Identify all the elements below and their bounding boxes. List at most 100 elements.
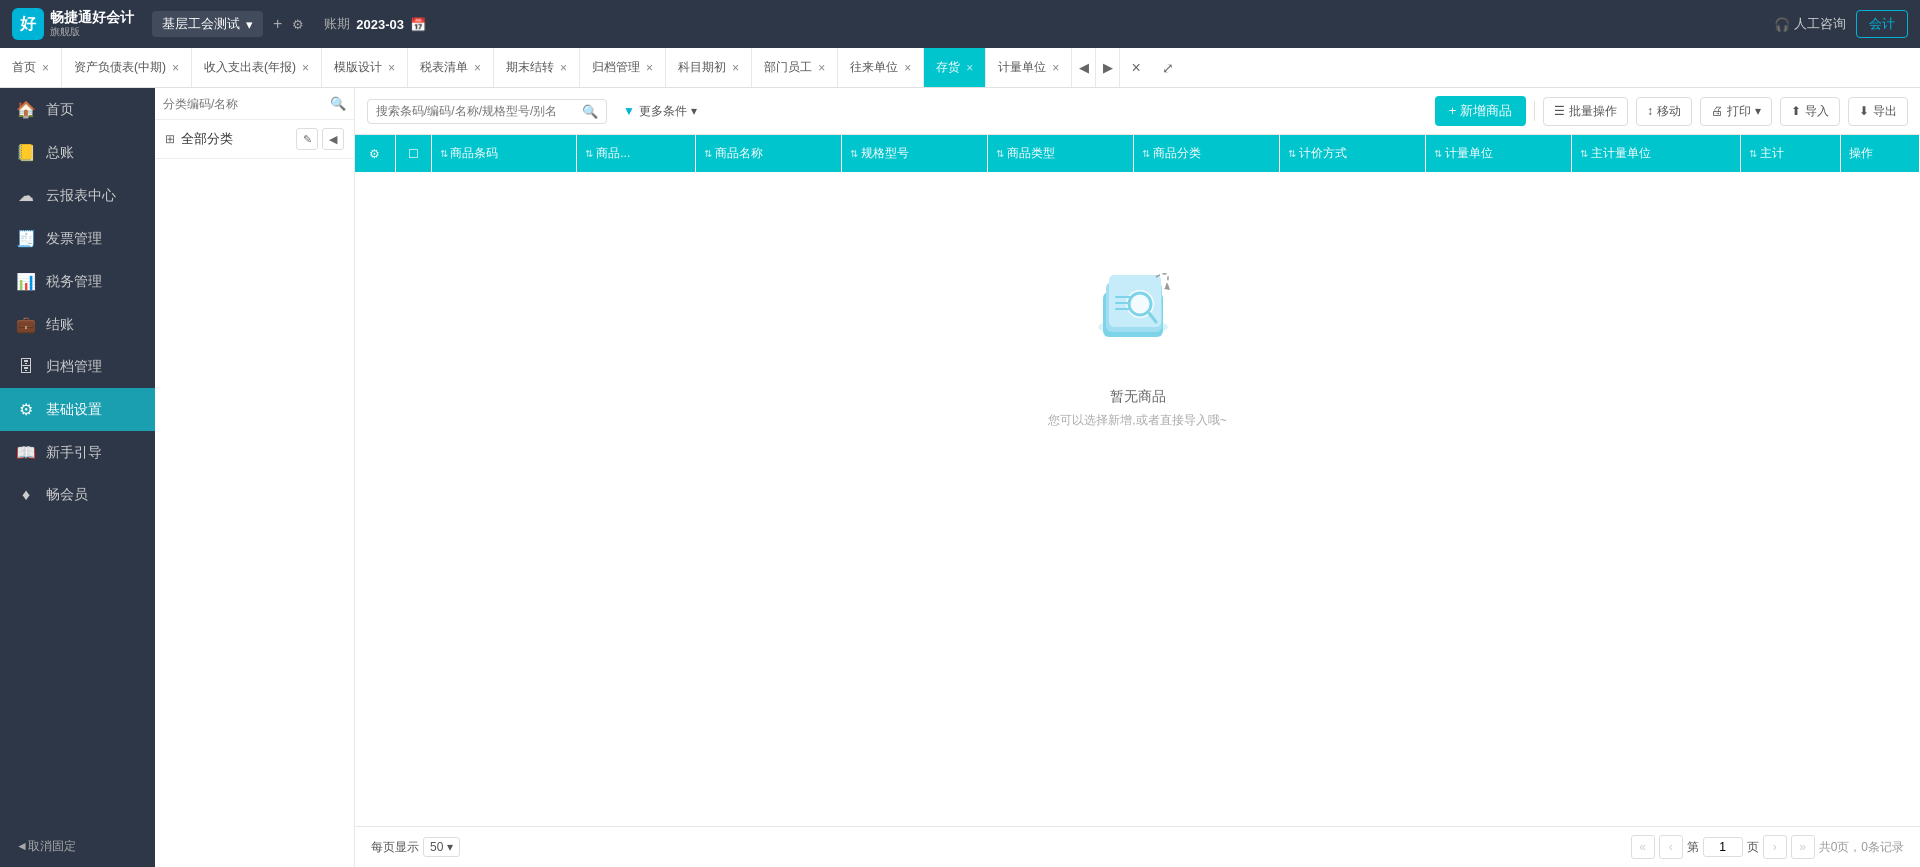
- page-size-area: 每页显示 50 ▾: [371, 837, 460, 857]
- product-search-icon[interactable]: 🔍: [582, 104, 598, 119]
- tab-subject[interactable]: 科目期初 ×: [666, 48, 752, 87]
- sidebar-item-tax[interactable]: 📊 税务管理: [0, 260, 155, 303]
- tab-inventory[interactable]: 存货 ×: [924, 48, 986, 87]
- category-search-icon[interactable]: 🔍: [330, 96, 346, 111]
- sort-icon: ⇅: [585, 148, 596, 159]
- sort-icon: ⇅: [1142, 148, 1153, 159]
- tab-close-archive[interactable]: ×: [646, 61, 653, 75]
- filter-button[interactable]: ▼ 更多条件 ▾: [615, 99, 705, 124]
- col-main-unit[interactable]: ⇅ 主计量单位: [1572, 135, 1741, 172]
- tab-next-button[interactable]: ▶: [1096, 48, 1120, 88]
- logo-icon: 好: [12, 8, 44, 40]
- first-page-button[interactable]: «: [1631, 835, 1655, 859]
- help-button[interactable]: 🎧 人工咨询: [1774, 15, 1846, 33]
- tab-home[interactable]: 首页 ×: [0, 48, 62, 87]
- add-product-button[interactable]: + 新增商品: [1435, 96, 1526, 126]
- sidebar-label-archive: 归档管理: [46, 358, 102, 376]
- sort-icon: ⇅: [1288, 148, 1299, 159]
- next-page-button[interactable]: ›: [1763, 835, 1787, 859]
- col-check[interactable]: ☐: [395, 135, 431, 172]
- col-barcode[interactable]: ⇅ 商品条码: [431, 135, 577, 172]
- product-search-input[interactable]: [376, 104, 576, 118]
- last-page-button[interactable]: »: [1791, 835, 1815, 859]
- col-type[interactable]: ⇅ 商品类型: [988, 135, 1134, 172]
- category-search-input[interactable]: [163, 97, 324, 111]
- prev-page-button[interactable]: ‹: [1659, 835, 1683, 859]
- tab-close-inventory[interactable]: ×: [966, 61, 973, 75]
- sidebar-unpin-button[interactable]: ◄取消固定: [0, 826, 155, 867]
- col-category[interactable]: ⇅ 商品分类: [1134, 135, 1280, 172]
- category-actions: ✎ ◀: [296, 128, 344, 150]
- plus-icon[interactable]: +: [273, 15, 282, 33]
- col-main-count[interactable]: ⇅ 主计: [1741, 135, 1841, 172]
- category-collapse-button[interactable]: ◀: [322, 128, 344, 150]
- tab-income[interactable]: 收入支出表(年报) ×: [192, 48, 322, 87]
- tab-close-balance[interactable]: ×: [172, 61, 179, 75]
- company-selector[interactable]: 基层工会测试 ▾: [152, 11, 263, 37]
- guide-icon: 📖: [16, 443, 36, 462]
- tab-close-home[interactable]: ×: [42, 61, 49, 75]
- tab-close-all-button[interactable]: ×: [1120, 48, 1152, 88]
- sidebar-item-member[interactable]: ♦ 畅会员: [0, 474, 155, 516]
- tab-close-template[interactable]: ×: [388, 61, 395, 75]
- print-chevron-icon: ▾: [1755, 104, 1761, 118]
- tab-close-subject[interactable]: ×: [732, 61, 739, 75]
- chevron-down-icon: ▾: [691, 104, 697, 118]
- sidebar-item-cloud[interactable]: ☁ 云报表中心: [0, 174, 155, 217]
- tab-close-partner[interactable]: ×: [904, 61, 911, 75]
- settings-icon[interactable]: ⚙: [292, 17, 304, 32]
- tab-dept[interactable]: 部门员工 ×: [752, 48, 838, 87]
- per-page-select[interactable]: 50 ▾: [423, 837, 460, 857]
- col-code[interactable]: ⇅ 商品...: [577, 135, 696, 172]
- sidebar-item-home[interactable]: 🏠 首页: [0, 88, 155, 131]
- sidebar-item-settings[interactable]: ⚙ 基础设置: [0, 388, 155, 431]
- product-table-container: ⚙ ☐ ⇅ 商品条码 ⇅ 商品... ⇅ 商品名称 ⇅ 规格型号 ⇅ 商品类型 …: [355, 135, 1920, 826]
- tab-unit[interactable]: 计量单位 ×: [986, 48, 1072, 87]
- tab-period-end[interactable]: 期末结转 ×: [494, 48, 580, 87]
- sidebar-item-guide[interactable]: 📖 新手引导: [0, 431, 155, 474]
- account-button[interactable]: 会计: [1856, 10, 1908, 38]
- sort-icon: ⇅: [440, 148, 451, 159]
- headset-icon: 🎧: [1774, 17, 1790, 32]
- col-settings[interactable]: ⚙: [355, 135, 395, 172]
- per-page-value: 50: [430, 840, 443, 854]
- print-button[interactable]: 🖨 打印 ▾: [1700, 97, 1772, 126]
- import-button[interactable]: ⬆ 导入: [1780, 97, 1840, 126]
- tab-close-dept[interactable]: ×: [818, 61, 825, 75]
- sidebar-item-ledger[interactable]: 📒 总账: [0, 131, 155, 174]
- app-name: 畅捷通好会计: [50, 9, 134, 26]
- tab-partner[interactable]: 往来单位 ×: [838, 48, 924, 87]
- calendar-icon[interactable]: 📅: [410, 17, 426, 32]
- col-price-method[interactable]: ⇅ 计价方式: [1280, 135, 1426, 172]
- tab-balance[interactable]: 资产负债表(中期) ×: [62, 48, 192, 87]
- sidebar-item-archive[interactable]: 🗄 归档管理: [0, 346, 155, 388]
- tab-close-period[interactable]: ×: [560, 61, 567, 75]
- per-page-label: 每页显示: [371, 839, 419, 856]
- category-edit-button[interactable]: ✎: [296, 128, 318, 150]
- tab-expand-button[interactable]: ⤢: [1152, 48, 1184, 88]
- batch-operation-button[interactable]: ☰ 批量操作: [1543, 97, 1628, 126]
- sort-icon: ⇅: [1434, 148, 1445, 159]
- tab-tax[interactable]: 税表清单 ×: [408, 48, 494, 87]
- left-search-area: 🔍: [155, 88, 354, 120]
- page-number-input[interactable]: [1703, 837, 1743, 857]
- sidebar-label-invoice: 发票管理: [46, 230, 102, 248]
- col-unit[interactable]: ⇅ 计量单位: [1426, 135, 1572, 172]
- col-spec[interactable]: ⇅ 规格型号: [842, 135, 988, 172]
- tab-close-tax[interactable]: ×: [474, 61, 481, 75]
- sort-icon: ⇅: [1580, 148, 1591, 159]
- tab-template[interactable]: 模版设计 ×: [322, 48, 408, 87]
- tab-prev-button[interactable]: ◀: [1072, 48, 1096, 88]
- sort-icon: ⇅: [704, 148, 715, 159]
- tab-close-income[interactable]: ×: [302, 61, 309, 75]
- sidebar-label-guide: 新手引导: [46, 444, 102, 462]
- sidebar-item-checkout[interactable]: 💼 结账: [0, 303, 155, 346]
- tab-bar: 首页 × 资产负债表(中期) × 收入支出表(年报) × 模版设计 × 税表清单…: [0, 48, 1920, 88]
- period-value: 2023-03: [356, 17, 404, 32]
- move-button[interactable]: ↕ 移动: [1636, 97, 1692, 126]
- col-name[interactable]: ⇅ 商品名称: [696, 135, 842, 172]
- tab-close-unit[interactable]: ×: [1052, 61, 1059, 75]
- tab-archive[interactable]: 归档管理 ×: [580, 48, 666, 87]
- sidebar-item-invoice[interactable]: 🧾 发票管理: [0, 217, 155, 260]
- export-button[interactable]: ⬇ 导出: [1848, 97, 1908, 126]
